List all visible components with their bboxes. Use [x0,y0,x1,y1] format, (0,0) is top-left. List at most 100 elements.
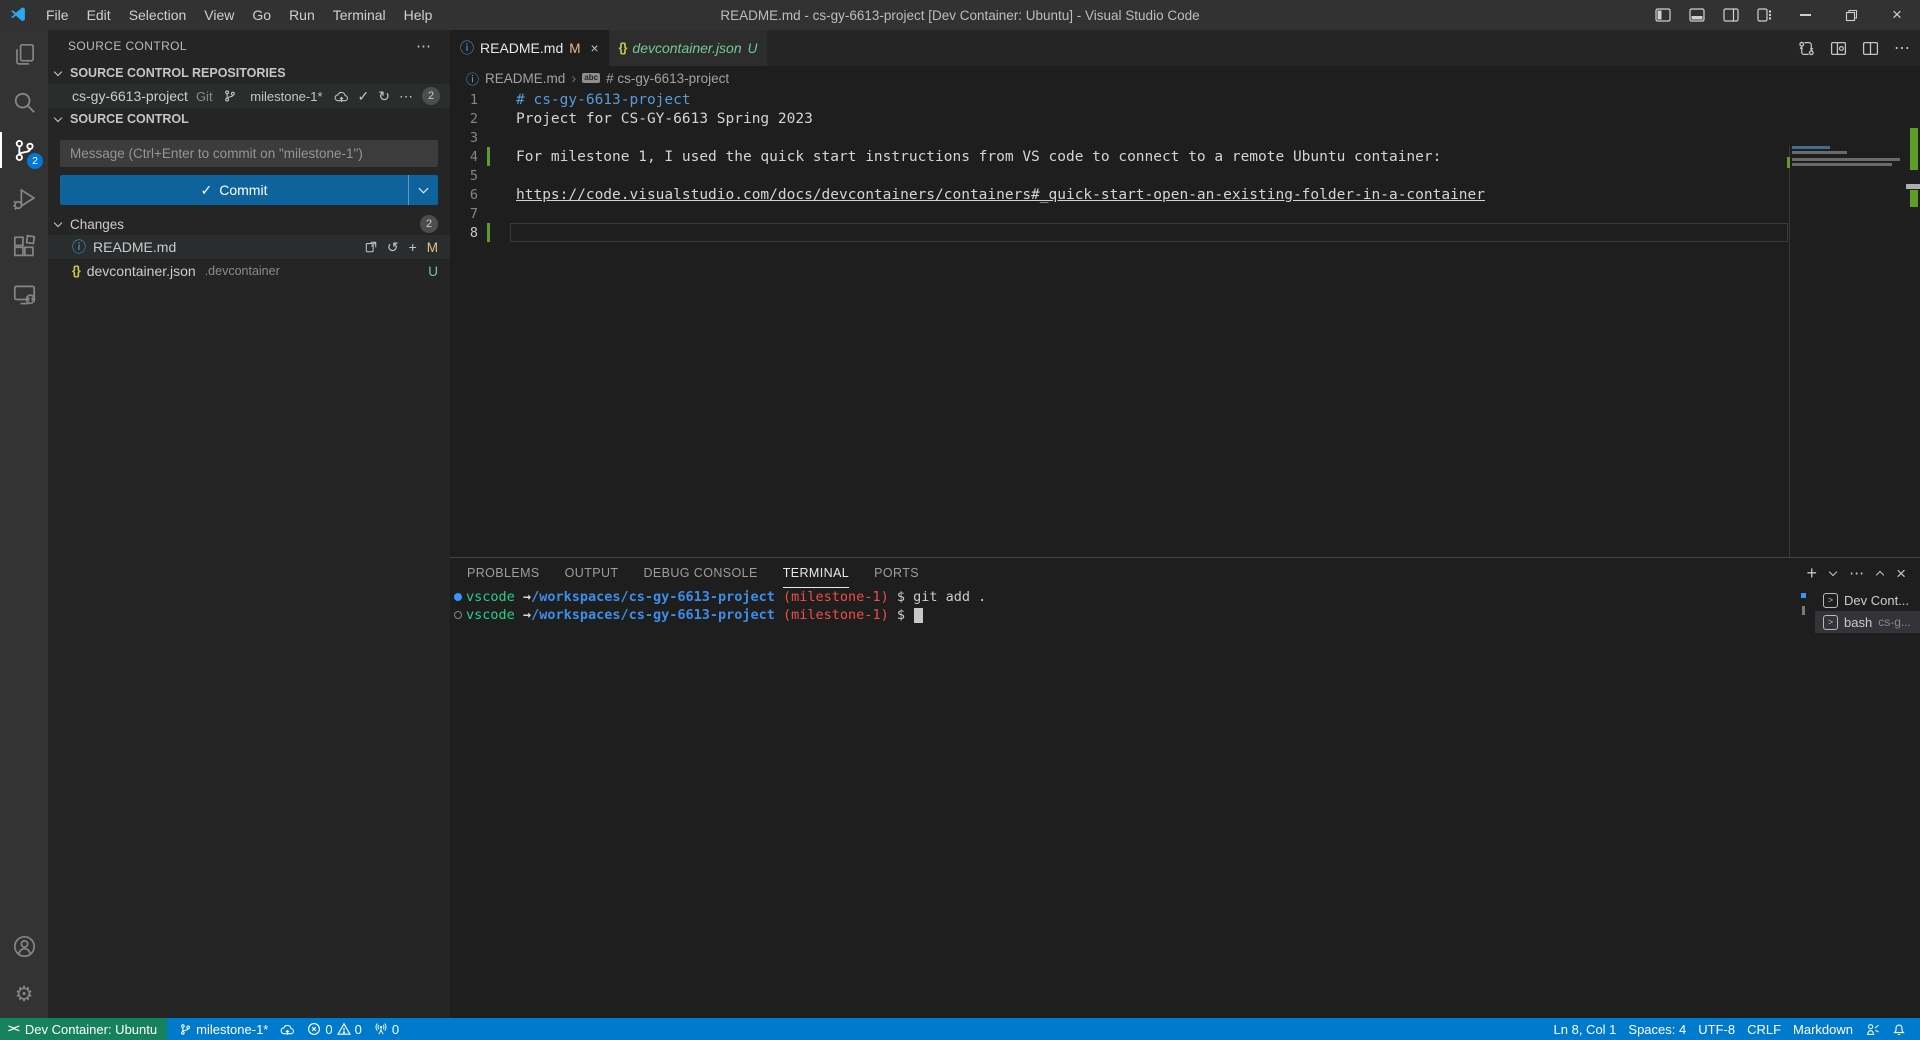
close-window-button[interactable]: × [1874,0,1920,30]
tab-output[interactable]: OUTPUT [565,558,619,588]
split-editor-icon[interactable] [1862,40,1879,57]
source-control-icon[interactable]: 2 [0,126,48,174]
breadcrumb-file[interactable]: README.md [485,71,565,86]
branch-icon [179,1023,192,1036]
code-line-current[interactable]: 8 [450,223,1920,242]
menu-run[interactable]: Run [280,0,324,30]
branch-status-item[interactable]: milestone-1* [173,1018,274,1040]
restore-button[interactable] [1828,0,1874,30]
commit-dropdown-button[interactable] [408,175,438,205]
section-source-control[interactable]: SOURCE CONTROL [48,108,450,130]
publish-cloud-icon[interactable] [334,90,349,103]
stage-changes-icon[interactable]: + [409,240,417,254]
explorer-icon[interactable] [0,30,48,78]
publish-status-item[interactable] [274,1018,301,1040]
command-decoration-icon[interactable] [454,593,462,601]
encoding-item[interactable]: UTF-8 [1692,1018,1741,1040]
changes-header[interactable]: Changes 2 [48,213,450,235]
code-line[interactable]: 1 # cs-gy-6613-project [450,90,1920,109]
toggle-sidebar-icon[interactable] [1646,0,1680,30]
repo-name: cs-gy-6613-project [72,88,188,104]
eol-item[interactable]: CRLF [1741,1018,1787,1040]
code-line[interactable]: 5 [450,166,1920,185]
open-preview-icon[interactable] [1830,40,1847,57]
menu-help[interactable]: Help [395,0,442,30]
terminal[interactable]: vscode →/workspaces/cs-gy-6613-project (… [450,588,1810,1018]
close-panel-icon[interactable]: × [1896,565,1906,582]
breadcrumb-symbol[interactable]: # cs-gy-6613-project [606,71,729,86]
menu-go[interactable]: Go [243,0,280,30]
search-icon[interactable] [0,78,48,126]
prompt-arrow: → [523,607,531,623]
remote-explorer-icon[interactable] [0,270,48,318]
sidebar-more-actions-icon[interactable]: ⋯ [412,37,436,55]
radio-tower-icon [374,1022,388,1036]
terminal-list-item-devcontainer[interactable]: > Dev Cont... [1815,589,1920,611]
code-line[interactable]: 3 [450,128,1920,147]
code-text: For milestone 1, I used the quick start … [516,149,1441,165]
tab-problems[interactable]: PROBLEMS [467,558,540,588]
terminal-icon: > [1823,615,1838,630]
commit-button[interactable]: ✓ Commit [60,175,438,205]
tab-readme[interactable]: ⓘ README.md M × [450,30,609,66]
notifications-item[interactable] [1886,1018,1912,1040]
change-row-devcontainer[interactable]: {} devcontainer.json .devcontainer U [48,259,450,283]
open-changes-icon[interactable] [1798,40,1815,57]
code-line[interactable]: 6 https://code.visualstudio.com/docs/dev… [450,185,1920,204]
menu-terminal[interactable]: Terminal [324,0,395,30]
section-repositories[interactable]: SOURCE CONTROL REPOSITORIES [48,62,450,84]
commit-label: Commit [219,182,267,198]
maximize-panel-icon[interactable] [1876,570,1884,578]
tab-ports[interactable]: PORTS [874,558,919,588]
menu-file[interactable]: File [37,0,78,30]
commit-check-icon[interactable]: ✓ [358,89,370,103]
command-decoration-icon[interactable] [454,611,462,619]
extensions-icon[interactable] [0,222,48,270]
repository-row[interactable]: cs-gy-6613-project Git milestone-1* ✓ ↻ … [48,84,450,108]
menu-selection[interactable]: Selection [120,0,196,30]
cursor-position-item[interactable]: Ln 8, Col 1 [1548,1018,1623,1040]
tab-devcontainer[interactable]: {} devcontainer.json U [609,30,769,66]
close-tab-icon[interactable]: × [590,40,598,56]
editor-group: ⓘ README.md M × {} devcontainer.json U ⋯… [450,30,1920,1018]
code-line[interactable]: 4 For milestone 1, I used the quick star… [450,147,1920,166]
editor-more-actions-icon[interactable]: ⋯ [1894,38,1910,58]
menu-view[interactable]: View [195,0,243,30]
feedback-item[interactable] [1859,1018,1886,1040]
minimap[interactable] [1790,146,1906,206]
remote-indicator[interactable]: >< Dev Container: Ubuntu [0,1018,167,1040]
cloud-upload-icon [280,1023,295,1036]
tab-debug-console[interactable]: DEBUG CONSOLE [643,558,757,588]
settings-gear-icon[interactable]: ⚙ [0,970,48,1018]
customize-layout-icon[interactable] [1748,0,1782,30]
ports-status-item[interactable]: 0 [368,1018,405,1040]
panel-more-actions-icon[interactable]: ⋯ [1849,566,1864,581]
repo-more-icon[interactable]: ⋯ [399,89,413,103]
minimize-button[interactable] [1782,0,1828,30]
terminal-list-item-bash[interactable]: > bash cs-g... [1815,611,1920,633]
problems-status-item[interactable]: 0 0 [301,1018,367,1040]
line-number: 3 [450,130,478,146]
run-and-debug-icon[interactable] [0,174,48,222]
accounts-icon[interactable] [0,922,48,970]
toggle-secondary-sidebar-icon[interactable] [1714,0,1748,30]
new-terminal-icon[interactable]: + [1807,564,1818,582]
editor-tab-bar: ⓘ README.md M × {} devcontainer.json U ⋯ [450,30,1920,66]
change-row-readme[interactable]: ⓘ README.md ↺ + M [48,235,450,259]
toggle-panel-icon[interactable] [1680,0,1714,30]
repo-branch-label[interactable]: milestone-1* [250,89,322,104]
tab-label: devcontainer.json [632,40,741,56]
discard-changes-icon[interactable]: ↺ [387,240,399,254]
code-link-text[interactable]: https://code.visualstudio.com/docs/devco… [516,187,1485,203]
menu-edit[interactable]: Edit [78,0,120,30]
open-file-icon[interactable] [365,241,377,253]
language-mode-item[interactable]: Markdown [1787,1018,1859,1040]
line-number: 6 [450,187,478,203]
commit-message-input[interactable] [60,140,438,167]
code-line[interactable]: 7 [450,204,1920,223]
indentation-item[interactable]: Spaces: 4 [1622,1018,1692,1040]
terminal-profile-dropdown-icon[interactable] [1829,568,1837,576]
tab-terminal[interactable]: TERMINAL [783,558,849,588]
refresh-icon[interactable]: ↻ [378,89,390,103]
code-line[interactable]: 2 Project for CS-GY-6613 Spring 2023 [450,109,1920,128]
